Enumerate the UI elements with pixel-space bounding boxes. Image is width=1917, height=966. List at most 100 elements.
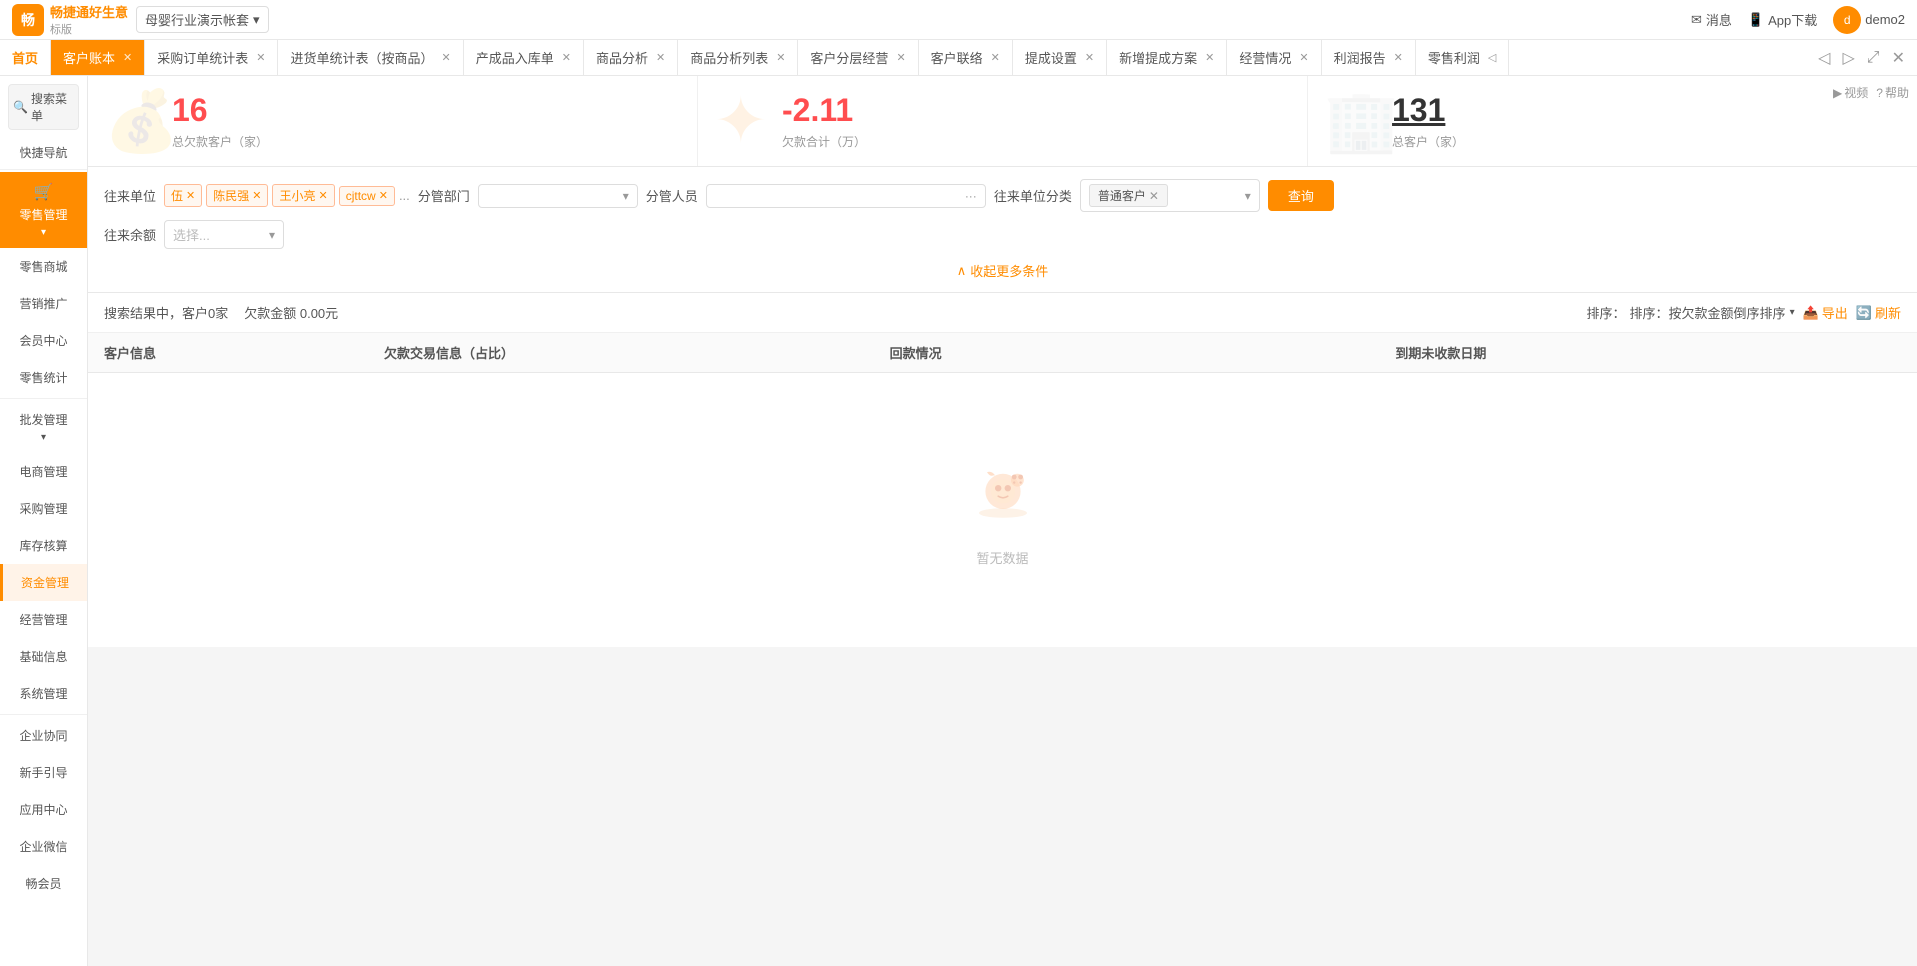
sidebar-item-new-guide[interactable]: 新手引导	[0, 754, 87, 791]
sidebar-item-retail-stats[interactable]: 零售统计	[0, 359, 87, 396]
sidebar-quick-nav[interactable]: 快捷导航	[0, 138, 87, 167]
logo-icon: 畅	[12, 4, 44, 36]
sidebar-item-system[interactable]: 系统管理	[0, 675, 87, 712]
tab-production-inbound[interactable]: 产成品入库单 ✕	[464, 40, 584, 75]
sidebar-search-button[interactable]: 🔍 搜索菜单	[8, 84, 79, 130]
stat-bg-icon-2: ✦	[714, 84, 768, 159]
category-tag-normal: 普通客户 ✕	[1089, 184, 1168, 207]
tab-retail-profit[interactable]: 零售利润 ◁	[1416, 40, 1509, 75]
tab-product-analysis[interactable]: 商品分析 ✕	[584, 40, 678, 75]
stat-bg-icon-1: 💰	[104, 86, 179, 157]
empty-illustration	[963, 453, 1043, 536]
sidebar-item-ecommerce[interactable]: 电商管理	[0, 453, 87, 490]
sidebar-item-member[interactable]: 畅会员	[0, 865, 87, 902]
tab-inbound-stats[interactable]: 进货单统计表（按商品） ✕	[278, 40, 463, 75]
close-icon[interactable]: ✕	[123, 51, 132, 64]
tag-close-chen[interactable]: ✕	[252, 189, 261, 202]
filter-row-1: 往来单位 伍 ✕ 陈民强 ✕ 王小亮 ✕ cjttcw	[104, 179, 1901, 212]
avatar: d	[1833, 6, 1861, 34]
sidebar-item-purchase[interactable]: 采购管理	[0, 490, 87, 527]
category-filter-select[interactable]: 普通客户 ✕ ▾	[1080, 179, 1260, 212]
unit-filter-tags: 伍 ✕ 陈民强 ✕ 王小亮 ✕ cjttcw ✕ ...	[164, 184, 410, 207]
tab-customer-tier[interactable]: 客户分层经营 ✕	[798, 40, 918, 75]
close-icon[interactable]: ✕	[656, 51, 665, 64]
stat-item-amount: ✦ -2.11 欠款合计（万）	[698, 76, 1308, 166]
sidebar-item-member-center[interactable]: 会员中心	[0, 322, 87, 359]
category-tags: 普通客户 ✕	[1089, 184, 1168, 207]
stat-item-total-customers: 🏢 131 总客户（家） ▶ 视频 ? 帮助	[1308, 76, 1917, 166]
sidebar-item-inventory[interactable]: 库存核算	[0, 527, 87, 564]
sidebar-search-area: 🔍 搜索菜单	[0, 76, 87, 138]
tag-close-wu[interactable]: ✕	[186, 189, 195, 202]
toolbar-right: 排序： 排序：按欠款金额倒序排序 ▾ 📤 导出 🔄 刷新	[1587, 303, 1901, 322]
refresh-button[interactable]: 🔄 刷新	[1856, 303, 1901, 322]
person-filter-input[interactable]: ···	[706, 184, 986, 208]
sidebar-item-retail[interactable]: 🛒 零售管理 ▾	[0, 172, 87, 248]
close-icon[interactable]: ✕	[776, 51, 785, 64]
close-icon[interactable]: ✕	[442, 51, 451, 64]
sidebar-item-enterprise-wechat[interactable]: 企业微信	[0, 828, 87, 865]
tag-close-cjttcw[interactable]: ✕	[379, 189, 388, 202]
content-area: 💰 16 总欠款客户（家） ✦ -2.11 欠款合计（万） 🏢 131	[88, 76, 1917, 966]
stat-bg-icon-3: 🏢	[1324, 86, 1399, 157]
sidebar-item-retail-mall[interactable]: 零售商城	[0, 248, 87, 285]
tab-commission-setting[interactable]: 提成设置 ✕	[1013, 40, 1107, 75]
toolbar-left: 搜索结果中，客户0家 欠款金额 0.00元	[104, 303, 338, 322]
dept-filter-select[interactable]: ▾	[478, 184, 638, 208]
tab-scroll-left[interactable]: ◁	[1814, 46, 1834, 70]
balance-filter-label: 往来余额	[104, 225, 156, 244]
close-icon[interactable]: ✕	[562, 51, 571, 64]
export-button[interactable]: 📤 导出	[1803, 303, 1848, 322]
video-help-button[interactable]: ▶ 视频	[1833, 84, 1868, 101]
store-selector[interactable]: 母婴行业演示帐套 ▾	[136, 6, 269, 33]
tab-maximize[interactable]: ⤢	[1863, 47, 1884, 69]
close-icon[interactable]: ✕	[256, 51, 265, 64]
tag-close-wang[interactable]: ✕	[319, 189, 328, 202]
tab-product-analysis-list[interactable]: 商品分析列表 ✕	[678, 40, 798, 75]
tab-restore[interactable]: ✕	[1888, 46, 1909, 70]
close-icon[interactable]: ◁	[1488, 51, 1496, 64]
stat-text-2: -2.11 欠款合计（万）	[782, 92, 866, 150]
sidebar-item-finance[interactable]: 资金管理	[0, 564, 87, 601]
unit-filter-label: 往来单位	[104, 186, 156, 205]
close-icon[interactable]: ✕	[1085, 51, 1094, 64]
query-button[interactable]: 查询	[1268, 180, 1334, 211]
tab-purchase-order[interactable]: 采购订单统计表 ✕	[145, 40, 278, 75]
stat-label-amount: 欠款合计（万）	[782, 133, 866, 150]
close-icon[interactable]: ✕	[1299, 51, 1308, 64]
sidebar-item-operation[interactable]: 经营管理	[0, 601, 87, 638]
collapse-button[interactable]: ∧ 收起更多条件	[104, 257, 1901, 280]
category-tag-close[interactable]: ✕	[1149, 189, 1159, 203]
tab-home[interactable]: 首页	[0, 40, 51, 75]
sidebar-item-app-center[interactable]: 应用中心	[0, 791, 87, 828]
col-header-overdue: 到期未收款日期	[1395, 343, 1901, 362]
stat-help: ▶ 视频 ? 帮助	[1833, 84, 1909, 101]
tab-customer-ledger[interactable]: 客户账本 ✕	[51, 40, 145, 75]
help-button[interactable]: ? 帮助	[1876, 84, 1909, 101]
user-profile[interactable]: d demo2	[1833, 6, 1905, 34]
tab-operation[interactable]: 经营情况 ✕	[1227, 40, 1321, 75]
table-header: 客户信息 欠款交易信息（占比） 回款情况 到期未收款日期	[88, 333, 1917, 373]
stat-value-amount: -2.11	[782, 92, 866, 129]
close-icon[interactable]: ✕	[1205, 51, 1214, 64]
tab-profit-report[interactable]: 利润报告 ✕	[1322, 40, 1416, 75]
sidebar-item-marketing[interactable]: 营销推广	[0, 285, 87, 322]
top-bar-right: ✉ 消息 📱 App下载 d demo2	[1691, 6, 1905, 34]
sidebar-item-wholesale[interactable]: 批发管理 ▾	[0, 401, 87, 453]
filter-tag-wu: 伍 ✕	[164, 184, 202, 207]
sidebar-item-basic-info[interactable]: 基础信息	[0, 638, 87, 675]
app-download-button[interactable]: 📱 App下载	[1748, 10, 1817, 29]
close-icon[interactable]: ✕	[896, 51, 905, 64]
tab-scroll-right[interactable]: ▷	[1838, 46, 1858, 70]
sidebar-item-enterprise-collab[interactable]: 企业协同	[0, 717, 87, 754]
message-button[interactable]: ✉ 消息	[1691, 10, 1732, 29]
filter-tag-cjttcw: cjttcw ✕	[339, 186, 395, 206]
tab-customer-contact[interactable]: 客户联络 ✕	[919, 40, 1013, 75]
close-icon[interactable]: ✕	[991, 51, 1000, 64]
filter-more-button[interactable]: ...	[399, 188, 410, 203]
close-icon[interactable]: ✕	[1394, 51, 1403, 64]
balance-filter-select[interactable]: 选择... ▾	[164, 220, 284, 249]
tab-new-commission[interactable]: 新增提成方案 ✕	[1107, 40, 1227, 75]
sort-select[interactable]: 排序： 排序：按欠款金额倒序排序 ▾	[1587, 303, 1795, 322]
search-result-text: 搜索结果中，客户0家	[104, 303, 228, 322]
